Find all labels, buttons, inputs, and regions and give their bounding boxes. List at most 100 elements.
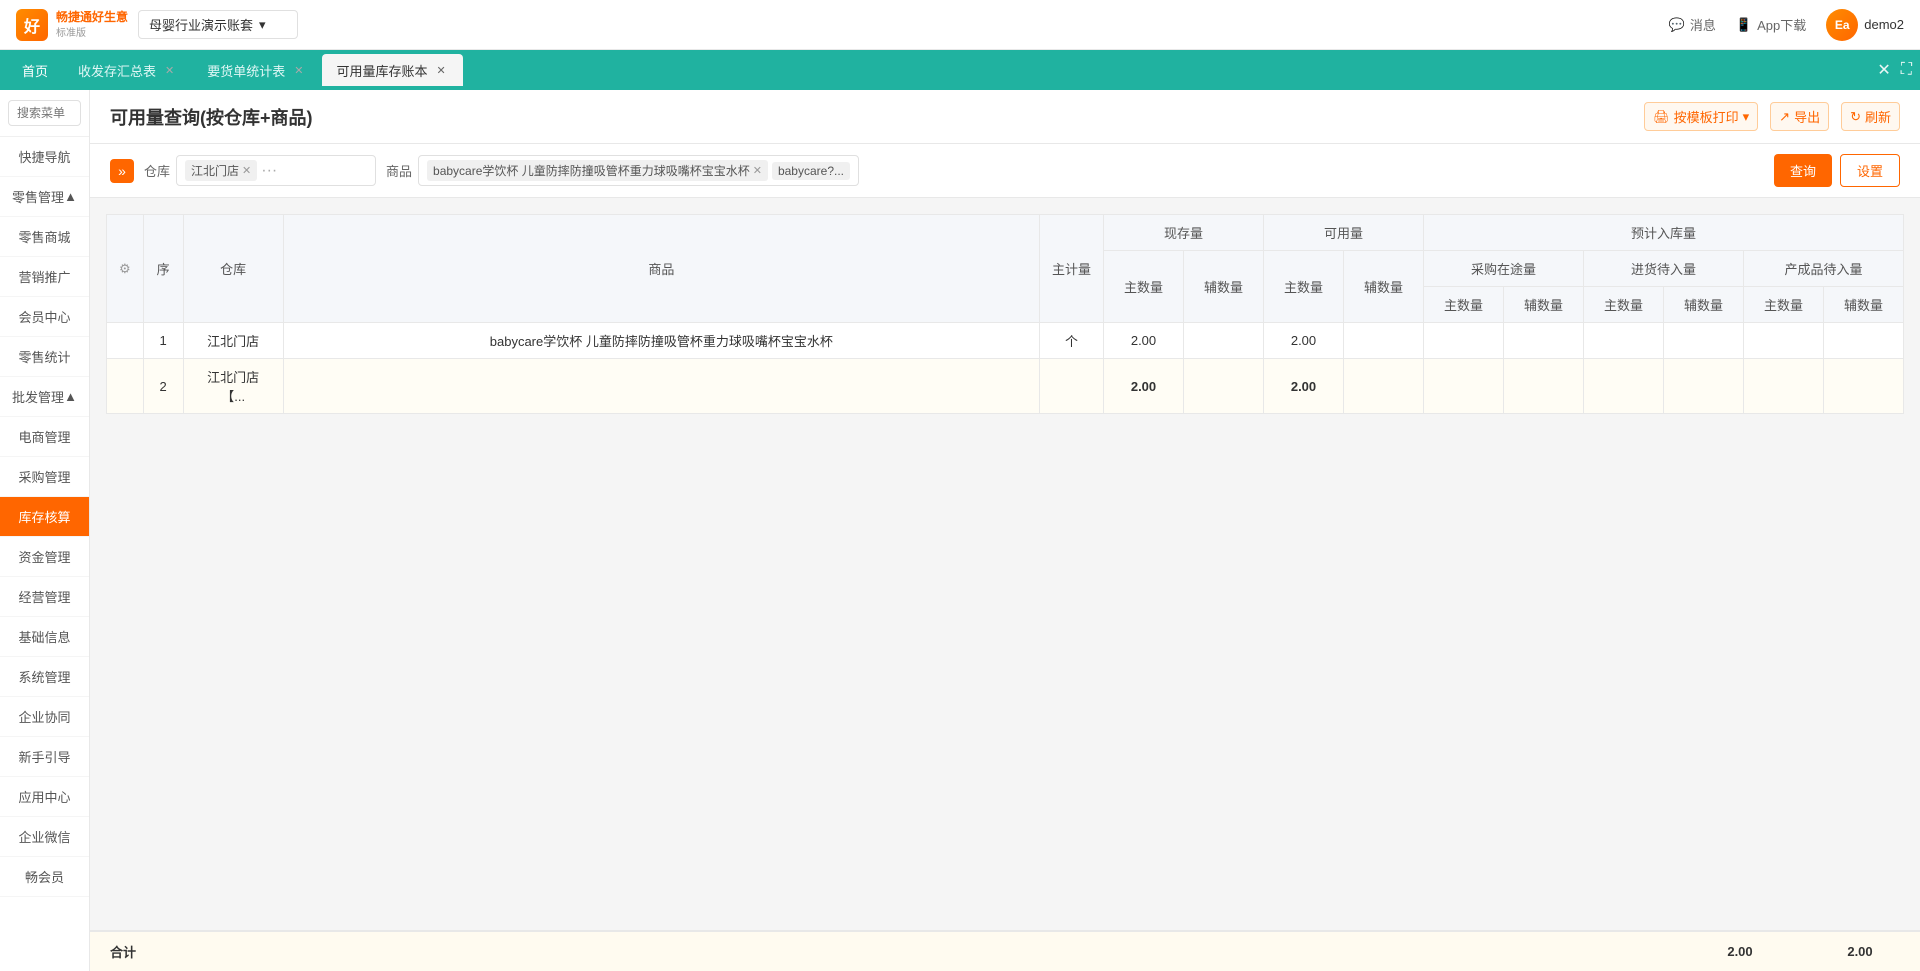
settings-button[interactable]: 设置 <box>1840 154 1900 187</box>
th-current-stock: 现存量 <box>1104 215 1264 251</box>
sidebar-item-enterprise-wechat[interactable]: 企业微信 <box>0 817 89 857</box>
page-title: 可用量查询(按仓库+商品) <box>110 104 313 130</box>
th-available: 可用量 <box>1264 215 1424 251</box>
row-1-purchase-aux <box>1504 323 1584 359</box>
expand-icon[interactable]: ⛶ <box>1901 61 1912 79</box>
th-purchase-main: 主数量 <box>1424 287 1504 323</box>
sidebar-item-marketing[interactable]: 营销推广 <box>0 257 89 297</box>
nav-tabs: 首页 收发存汇总表 ✕ 要货单统计表 ✕ 可用量库存账本 ✕ ✕ ⛶ <box>0 50 1920 90</box>
export-icon: ↗ <box>1779 109 1790 125</box>
table-row: 1 江北门店 babycare学饮杯 儿童防摔防撞吸管杯重力球吸嘴杯宝宝水杯 个… <box>107 323 1904 359</box>
row-1-checkbox[interactable] <box>107 323 144 359</box>
search-input[interactable] <box>8 100 81 126</box>
sidebar-item-member[interactable]: 会员中心 <box>0 297 89 337</box>
refresh-icon: ↻ <box>1850 109 1861 125</box>
sidebar-item-ecommerce[interactable]: 电商管理 <box>0 417 89 457</box>
logo-area: 好 畅捷通好生意 标准版 <box>16 9 128 41</box>
tab-receive-summary[interactable]: 收发存汇总表 ✕ <box>64 54 191 86</box>
home-tab-label: 首页 <box>22 61 48 80</box>
th-product-pending: 产成品待入量 <box>1744 251 1904 287</box>
warehouse-more[interactable]: ··· <box>261 162 277 180</box>
row-1-unit: 个 <box>1039 323 1103 359</box>
sidebar-item-finance[interactable]: 资金管理 <box>0 537 89 577</box>
table-body: 1 江北门店 babycare学饮杯 儿童防摔防撞吸管杯重力球吸嘴杯宝宝水杯 个… <box>107 323 1904 414</box>
tab-order-stats[interactable]: 要货单统计表 ✕ <box>193 54 320 86</box>
sidebar-item-retail-mgmt[interactable]: 零售管理 ▲ <box>0 177 89 217</box>
totals-bar: 合计 2.00 2.00 <box>90 930 1920 971</box>
sidebar-item-app-center[interactable]: 应用中心 <box>0 777 89 817</box>
refresh-btn[interactable]: ↻ 刷新 <box>1841 102 1900 131</box>
total-stock-main: 2.00 <box>1700 944 1780 959</box>
tab-available-inventory-label: 可用量库存账本 <box>336 61 427 80</box>
row-1-stock-main: 2.00 <box>1104 323 1184 359</box>
row-2-checkbox[interactable] <box>107 359 144 414</box>
top-bar: 好 畅捷通好生意 标准版 母婴行业演示账套 ▾ 💬 消息 📱 App下载 Ea … <box>0 0 1920 50</box>
th-incoming-aux: 辅数量 <box>1664 287 1744 323</box>
app-download-btn[interactable]: 📱 App下载 <box>1736 15 1806 34</box>
th-unit: 主计量 <box>1039 215 1103 323</box>
th-warehouse: 仓库 <box>183 215 283 323</box>
sidebar-item-operations[interactable]: 经营管理 <box>0 577 89 617</box>
th-settings[interactable]: ⚙ <box>107 215 144 323</box>
username: demo2 <box>1864 17 1904 32</box>
row-2-warehouse: 江北门店【... <box>183 359 283 414</box>
row-2-avail-aux <box>1344 359 1424 414</box>
sidebar-item-basic-info[interactable]: 基础信息 <box>0 617 89 657</box>
main-layout: 快捷导航 零售管理 ▲ 零售商城 营销推广 会员中心 零售统计 批发管理 ▲ 电… <box>0 90 1920 971</box>
industry-selector[interactable]: 母婴行业演示账套 ▾ <box>138 10 298 39</box>
sidebar: 快捷导航 零售管理 ▲ 零售商城 营销推广 会员中心 零售统计 批发管理 ▲ 电… <box>0 90 90 971</box>
row-2-stock-aux <box>1184 359 1264 414</box>
tab-available-inventory[interactable]: 可用量库存账本 ✕ <box>322 54 462 86</box>
sidebar-item-retail-stats[interactable]: 零售统计 <box>0 337 89 377</box>
th-product-aux: 辅数量 <box>1824 287 1904 323</box>
warehouse-tag-close[interactable]: ✕ <box>242 164 251 177</box>
sidebar-item-inventory[interactable]: 库存核算 <box>0 497 89 537</box>
user-area[interactable]: Ea demo2 <box>1826 9 1904 41</box>
th-product: 商品 <box>283 215 1039 323</box>
row-1-purchase-main <box>1424 323 1504 359</box>
row-2-incoming-aux <box>1664 359 1744 414</box>
message-btn[interactable]: 💬 消息 <box>1669 15 1716 34</box>
sidebar-item-retail-mall[interactable]: 零售商城 <box>0 217 89 257</box>
warehouse-input[interactable]: 江北门店 ✕ ··· <box>176 155 376 186</box>
total-avail-main: 2.00 <box>1820 944 1900 959</box>
row-2-unit <box>1039 359 1103 414</box>
content-area: 可用量查询(按仓库+商品) 🖨 按模板打印 ▾ ↗ 导出 ↻ 刷新 » <box>90 90 1920 971</box>
close-window-icon[interactable]: ✕ <box>1877 60 1890 80</box>
product-input[interactable]: babycare学饮杯 儿童防摔防撞吸管杯重力球吸嘴杯宝宝水杯 ✕ babyca… <box>418 155 859 186</box>
th-incoming-pending: 进货待入量 <box>1584 251 1744 287</box>
tab-receive-summary-label: 收发存汇总表 <box>78 61 156 80</box>
row-1-incoming-aux <box>1664 323 1744 359</box>
tab-order-stats-close[interactable]: ✕ <box>291 63 306 78</box>
tab-receive-summary-close[interactable]: ✕ <box>162 63 177 78</box>
sidebar-item-purchase[interactable]: 采购管理 <box>0 457 89 497</box>
print-btn[interactable]: 🖨 按模板打印 ▾ <box>1644 102 1758 131</box>
product-tag-1-close[interactable]: ✕ <box>753 164 762 177</box>
sidebar-item-enterprise[interactable]: 企业协同 <box>0 697 89 737</box>
export-btn[interactable]: ↗ 导出 <box>1770 102 1829 131</box>
warehouse-filter-group: 仓库 江北门店 ✕ ··· <box>144 155 376 186</box>
sidebar-item-wholesale[interactable]: 批发管理 ▲ <box>0 377 89 417</box>
row-2-avail-main: 2.00 <box>1264 359 1344 414</box>
tab-available-inventory-close[interactable]: ✕ <box>434 63 449 78</box>
query-button[interactable]: 查询 <box>1774 154 1832 187</box>
sidebar-item-vip[interactable]: 畅会员 <box>0 857 89 897</box>
logo-text: 畅捷通好生意 <box>56 10 128 24</box>
settings-gear-icon[interactable]: ⚙ <box>119 261 131 276</box>
sidebar-item-quick-nav[interactable]: 快捷导航 <box>0 137 89 177</box>
row-2-stock-main: 2.00 <box>1104 359 1184 414</box>
logo-sub: 标准版 <box>56 24 128 39</box>
row-2-purchase-aux <box>1504 359 1584 414</box>
tab-home[interactable]: 首页 <box>8 54 62 86</box>
logo-text-area: 畅捷通好生意 标准版 <box>56 10 128 39</box>
row-1-incoming-main <box>1584 323 1664 359</box>
row-1-stock-aux <box>1184 323 1264 359</box>
th-stock-main: 主数量 <box>1104 251 1184 323</box>
sidebar-item-system[interactable]: 系统管理 <box>0 657 89 697</box>
row-2-purchase-main <box>1424 359 1504 414</box>
sidebar-item-new-guide[interactable]: 新手引导 <box>0 737 89 777</box>
filter-expand-btn[interactable]: » <box>110 159 134 183</box>
mobile-icon: 📱 <box>1736 17 1752 33</box>
avatar: Ea <box>1826 9 1858 41</box>
page-header: 可用量查询(按仓库+商品) 🖨 按模板打印 ▾ ↗ 导出 ↻ 刷新 <box>90 90 1920 144</box>
